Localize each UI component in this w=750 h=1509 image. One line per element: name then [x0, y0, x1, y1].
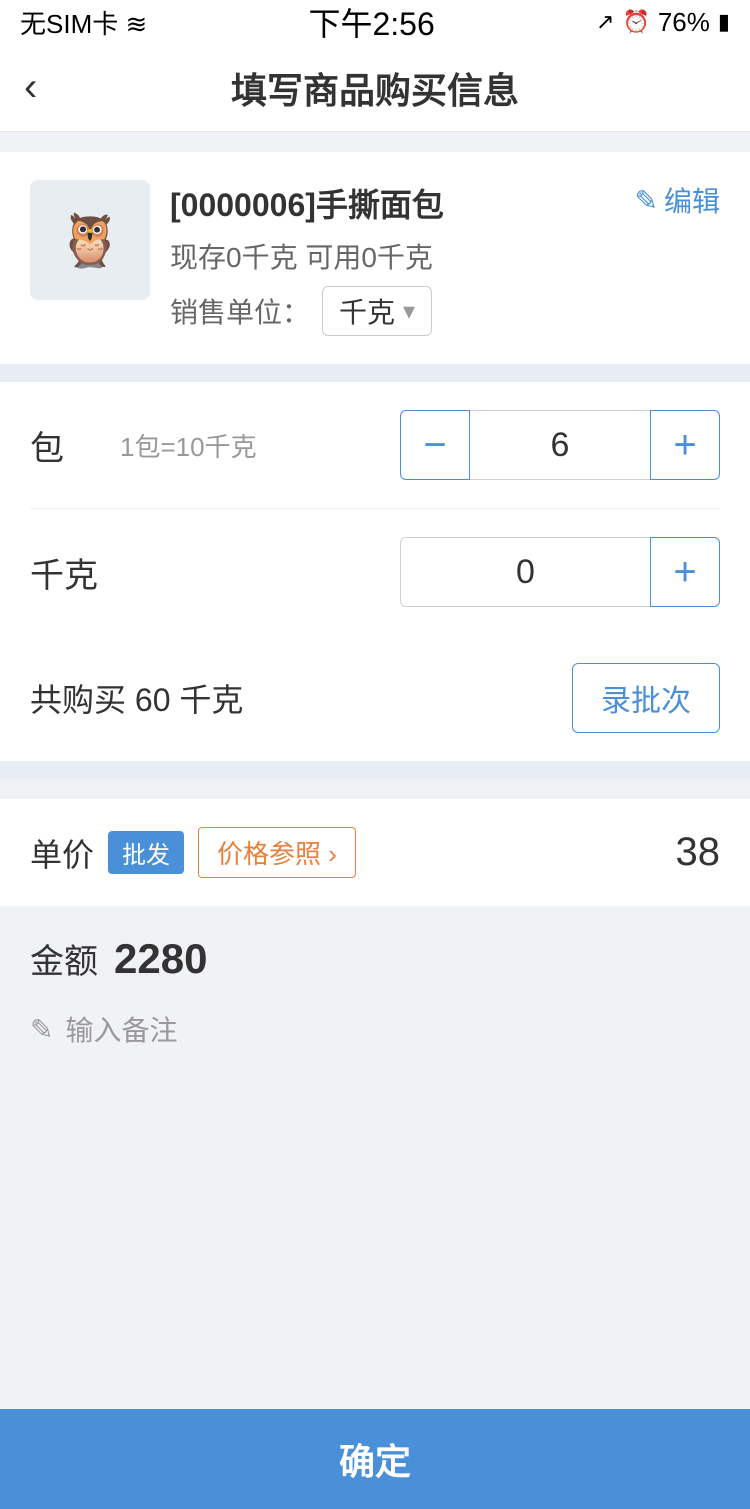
location-icon: ↗ [596, 9, 614, 35]
amount-label: 金额 [30, 934, 98, 983]
alarm-icon: ⏰ [622, 9, 649, 35]
product-card: 🦉 [0000006]手撕面包 现存0千克 可用0千克 销售单位： 千克 ▾ ✎… [0, 152, 750, 364]
product-stock: 现存0千克 可用0千克 [170, 236, 720, 276]
unit-label: 销售单位： [170, 291, 310, 331]
battery-label: 76% [658, 7, 710, 38]
price-type-tag: 批发 [108, 831, 184, 874]
nav-bar: ‹ 填写商品购买信息 [0, 44, 750, 132]
edit-label: 编辑 [664, 180, 720, 220]
package-label: 包 [30, 421, 110, 470]
battery-icon: ▮ [718, 9, 730, 35]
price-section: 单价 批发 价格参照 › 38 [0, 799, 750, 906]
status-left: 无SIM卡 ≋ [20, 4, 147, 41]
price-value: 38 [676, 830, 721, 875]
amount-value: 2280 [114, 935, 207, 983]
pencil-icon: ✎ [30, 1013, 53, 1046]
no-sim-label: 无SIM卡 ≋ [20, 4, 147, 41]
kg-input-row: 千克 + [30, 509, 720, 635]
price-left: 单价 批发 价格参照 › [30, 827, 356, 878]
confirm-button[interactable]: 确定 [0, 1409, 750, 1509]
product-unit-row: 销售单位： 千克 ▾ [170, 286, 720, 336]
price-ref-button[interactable]: 价格参照 › [198, 827, 356, 878]
kg-controls: + [400, 537, 720, 607]
input-section: 包 1包=10千克 − + 千克 + [0, 382, 750, 635]
page-title: 填写商品购买信息 [231, 62, 519, 114]
package-hint: 1包=10千克 [120, 427, 400, 464]
section-divider-2 [0, 761, 750, 779]
unit-selector[interactable]: 千克 ▾ [322, 286, 432, 336]
package-input[interactable] [470, 410, 650, 480]
section-divider-1 [0, 364, 750, 382]
batch-button[interactable]: 录批次 [572, 663, 720, 733]
total-row: 共购买 60 千克 录批次 [0, 635, 750, 761]
amount-section: 金额 2280 ✎ 输入备注 [0, 906, 750, 1069]
package-input-row: 包 1包=10千克 − + [30, 382, 720, 509]
price-row: 单价 批发 价格参照 › 38 [30, 827, 720, 878]
kg-plus-button[interactable]: + [650, 537, 720, 607]
unit-chevron-icon: ▾ [403, 297, 415, 326]
remark-placeholder: 输入备注 [65, 1009, 177, 1049]
unit-value: 千克 [339, 291, 395, 331]
status-time: 下午2:56 [308, 0, 434, 45]
edit-button[interactable]: ✎ 编辑 [635, 180, 720, 220]
package-plus-button[interactable]: + [650, 410, 720, 480]
back-button[interactable]: ‹ [24, 65, 37, 110]
kg-label: 千克 [30, 548, 110, 597]
amount-row: 金额 2280 [30, 934, 720, 983]
total-label: 共购买 60 千克 [30, 675, 243, 721]
remark-row[interactable]: ✎ 输入备注 [30, 999, 720, 1069]
package-minus-button[interactable]: − [400, 410, 470, 480]
package-controls: − + [400, 410, 720, 480]
product-logo: 🦉 [58, 210, 123, 271]
kg-input[interactable] [400, 537, 650, 607]
edit-icon: ✎ [635, 184, 658, 217]
empty-space [0, 1069, 750, 1409]
product-image: 🦉 [30, 180, 150, 300]
status-bar: 无SIM卡 ≋ 下午2:56 ↗ ⏰ 76% ▮ [0, 0, 750, 44]
price-label: 单价 [30, 830, 94, 876]
status-right: ↗ ⏰ 76% ▮ [596, 7, 730, 38]
